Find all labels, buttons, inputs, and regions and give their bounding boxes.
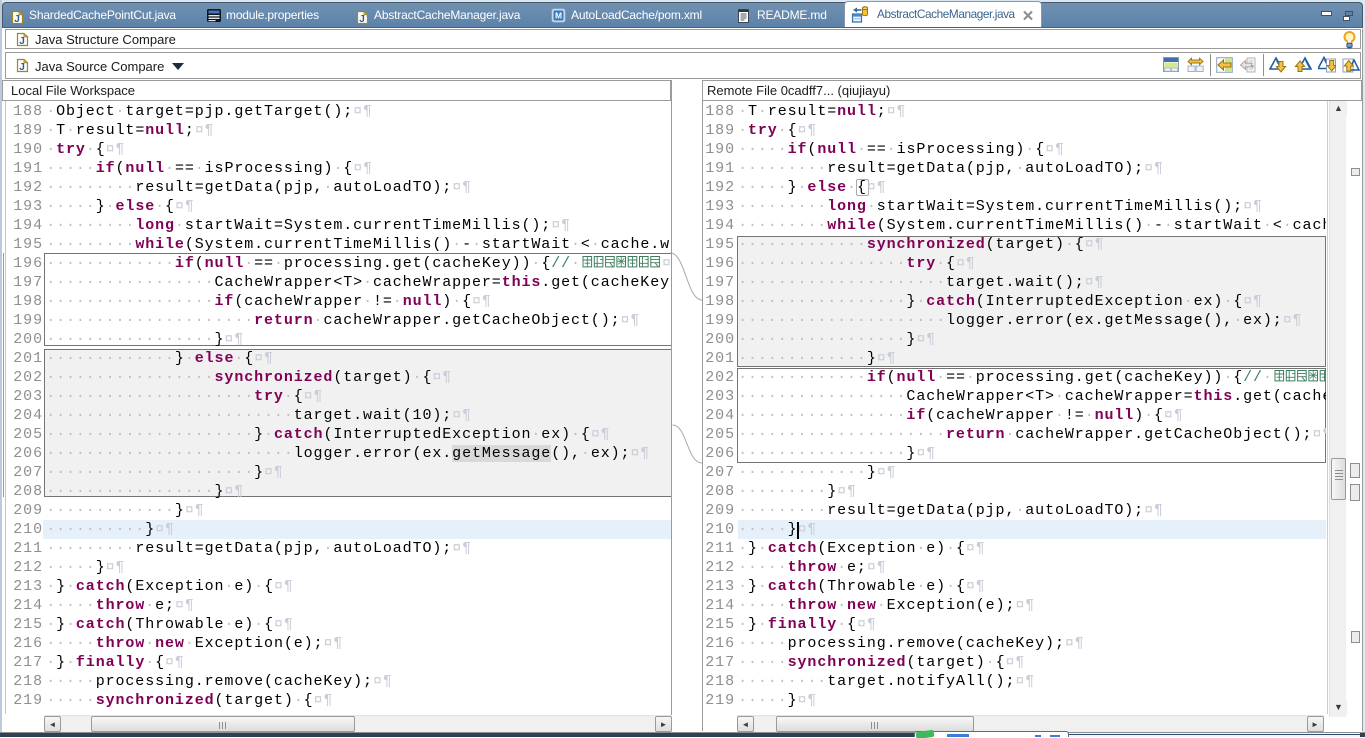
svg-text:J: J xyxy=(14,14,20,25)
svg-text:J: J xyxy=(19,62,25,73)
svg-text:J: J xyxy=(19,36,25,47)
svg-text:M: M xyxy=(555,11,562,21)
svg-text:J: J xyxy=(359,14,365,25)
